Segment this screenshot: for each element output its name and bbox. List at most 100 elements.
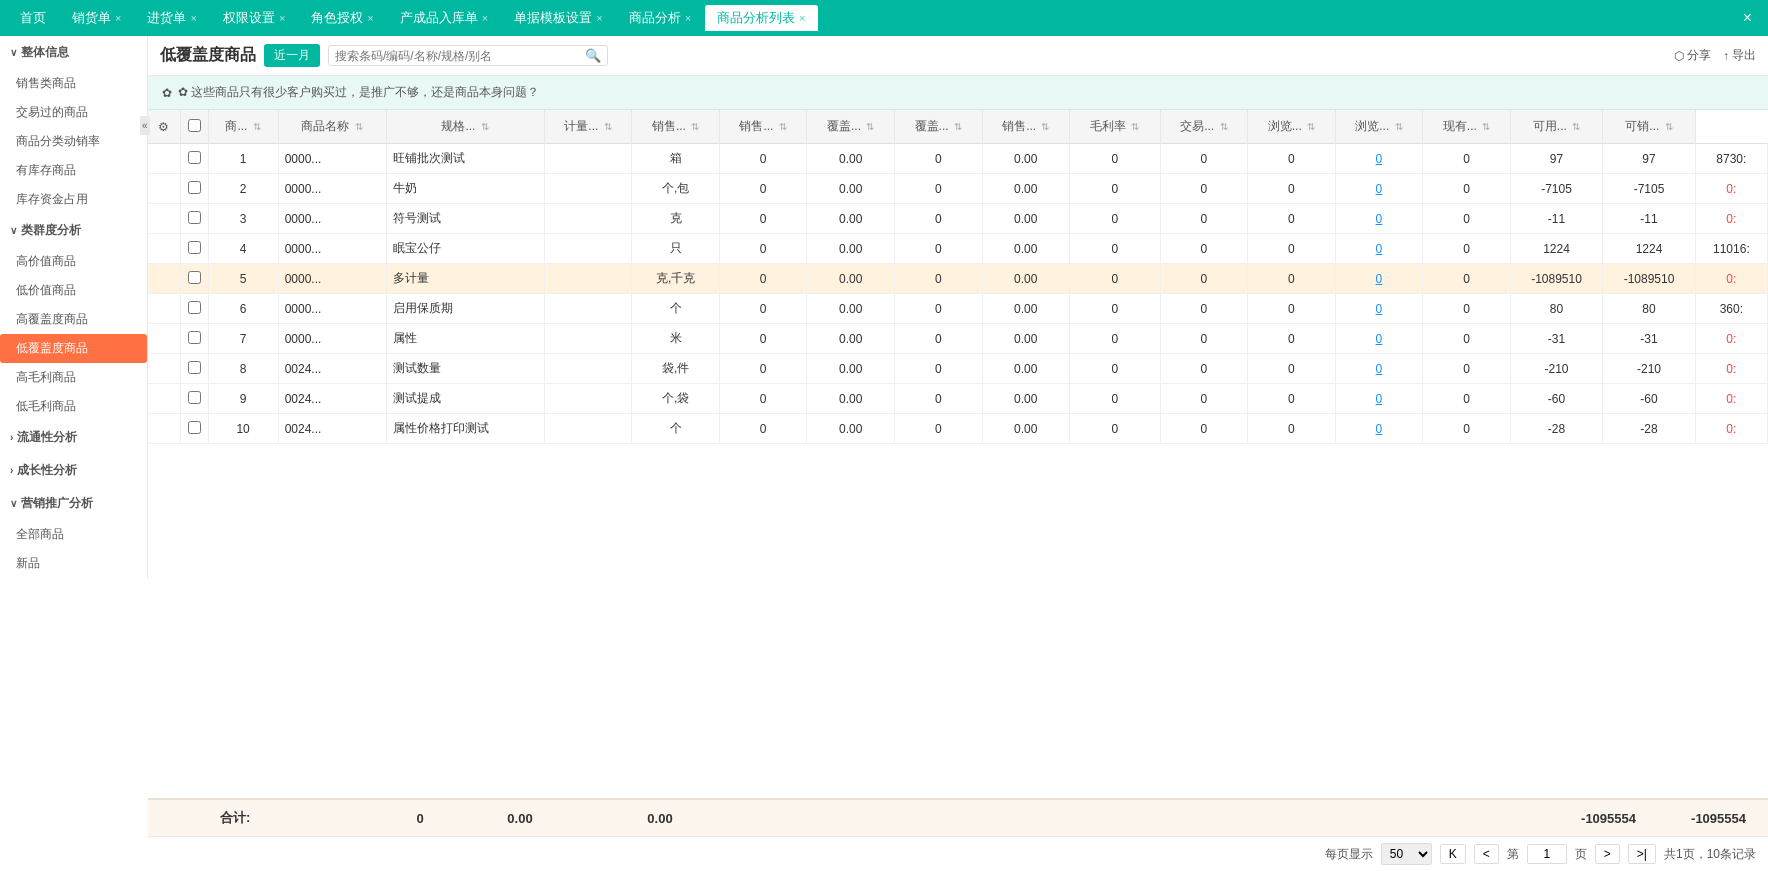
nav-close-product-analysis-list[interactable]: × bbox=[799, 12, 805, 24]
cell-checkbox[interactable] bbox=[180, 144, 208, 174]
row-checkbox[interactable] bbox=[188, 391, 201, 404]
cell-saleable: 360: bbox=[1695, 294, 1767, 324]
cell-browse1[interactable]: 0 bbox=[1335, 324, 1423, 354]
sidebar-item-sales-goods[interactable]: 销售类商品 bbox=[0, 69, 147, 98]
cell-browse1[interactable]: 0 bbox=[1335, 384, 1423, 414]
per-page-select[interactable]: 50 100 200 bbox=[1381, 843, 1432, 865]
cell-checkbox[interactable] bbox=[180, 234, 208, 264]
export-button[interactable]: ↑ 导出 bbox=[1723, 47, 1756, 64]
cell-checkbox[interactable] bbox=[180, 414, 208, 444]
cell-spec bbox=[544, 264, 632, 294]
nav-close-product-storage[interactable]: × bbox=[482, 12, 488, 24]
select-all-checkbox[interactable] bbox=[188, 119, 201, 132]
sidebar-section-marketing[interactable]: ∨ 营销推广分析 bbox=[0, 487, 147, 520]
nav-item-product-analysis[interactable]: 商品分析 × bbox=[617, 5, 703, 31]
browse-link[interactable]: 0 bbox=[1376, 392, 1383, 406]
sidebar-item-high-coverage[interactable]: 高覆盖度商品 bbox=[0, 305, 147, 334]
next-page-button[interactable]: > bbox=[1595, 844, 1620, 864]
sidebar-section-overall[interactable]: ∨ 整体信息 bbox=[0, 36, 147, 69]
sidebar-item-new-goods[interactable]: 新品 bbox=[0, 549, 147, 578]
nav-close-product-analysis[interactable]: × bbox=[685, 12, 691, 24]
browse-link[interactable]: 0 bbox=[1376, 182, 1383, 196]
nav-close-role[interactable]: × bbox=[367, 12, 373, 24]
prev-page-button[interactable]: < bbox=[1474, 844, 1499, 864]
cell-current-stock: -28 bbox=[1510, 414, 1602, 444]
cell-browse1[interactable]: 0 bbox=[1335, 294, 1423, 324]
sidebar-item-high-value[interactable]: 高价值商品 bbox=[0, 247, 147, 276]
last-page-button[interactable]: >| bbox=[1628, 844, 1656, 864]
close-all-tabs[interactable]: × bbox=[1735, 5, 1760, 31]
cell-checkbox[interactable] bbox=[180, 324, 208, 354]
current-page-input[interactable] bbox=[1527, 844, 1567, 864]
page-title: 低覆盖度商品 bbox=[160, 45, 256, 66]
sidebar-item-stock-capital[interactable]: 库存资金占用 bbox=[0, 185, 147, 214]
cell-coverage1: 0 bbox=[894, 144, 982, 174]
sidebar-item-low-coverage[interactable]: 低覆盖度商品 bbox=[0, 334, 147, 363]
sidebar-item-category-sales-rate[interactable]: 商品分类动销率 bbox=[0, 127, 147, 156]
cell-browse1[interactable]: 0 bbox=[1335, 174, 1423, 204]
sidebar-section-flow[interactable]: › 流通性分析 bbox=[0, 421, 147, 454]
cell-browse1[interactable]: 0 bbox=[1335, 264, 1423, 294]
sidebar-item-all-goods[interactable]: 全部商品 bbox=[0, 520, 147, 549]
browse-link[interactable]: 0 bbox=[1376, 362, 1383, 376]
cell-name: 测试数量 bbox=[386, 354, 544, 384]
browse-link[interactable]: 0 bbox=[1376, 332, 1383, 346]
cell-browse1[interactable]: 0 bbox=[1335, 234, 1423, 264]
sidebar-section-growth[interactable]: › 成长性分析 bbox=[0, 454, 147, 487]
cell-settings bbox=[148, 354, 180, 384]
nav-item-purchase[interactable]: 进货单 × bbox=[135, 5, 208, 31]
row-checkbox[interactable] bbox=[188, 361, 201, 374]
cell-transaction: 0 bbox=[1248, 234, 1336, 264]
nav-item-template[interactable]: 单据模板设置 × bbox=[502, 5, 614, 31]
browse-link[interactable]: 0 bbox=[1376, 212, 1383, 226]
cell-browse1[interactable]: 0 bbox=[1335, 204, 1423, 234]
cell-checkbox[interactable] bbox=[180, 354, 208, 384]
search-icon[interactable]: 🔍 bbox=[585, 48, 601, 63]
nav-item-product-storage[interactable]: 产成品入库单 × bbox=[388, 5, 500, 31]
sidebar-collapse-button[interactable]: « bbox=[140, 116, 150, 135]
sidebar-item-low-value[interactable]: 低价值商品 bbox=[0, 276, 147, 305]
row-checkbox[interactable] bbox=[188, 211, 201, 224]
nav-close-sales[interactable]: × bbox=[115, 12, 121, 24]
col-settings[interactable]: ⚙ bbox=[148, 110, 180, 144]
sidebar-item-stock-goods[interactable]: 有库存商品 bbox=[0, 156, 147, 185]
sidebar-item-high-margin[interactable]: 高毛利商品 bbox=[0, 363, 147, 392]
share-button[interactable]: ⬡ 分享 bbox=[1674, 47, 1711, 64]
nav-item-permission[interactable]: 权限设置 × bbox=[211, 5, 297, 31]
row-checkbox[interactable] bbox=[188, 301, 201, 314]
nav-item-product-analysis-list[interactable]: 商品分析列表 × bbox=[705, 5, 817, 31]
nav-close-template[interactable]: × bbox=[596, 12, 602, 24]
row-checkbox[interactable] bbox=[188, 421, 201, 434]
row-checkbox[interactable] bbox=[188, 181, 201, 194]
sidebar-item-traded-goods[interactable]: 交易过的商品 bbox=[0, 98, 147, 127]
browse-link[interactable]: 0 bbox=[1376, 272, 1383, 286]
cell-checkbox[interactable] bbox=[180, 204, 208, 234]
nav-item-sales[interactable]: 销货单 × bbox=[60, 5, 133, 31]
cell-browse1[interactable]: 0 bbox=[1335, 144, 1423, 174]
nav-close-purchase[interactable]: × bbox=[190, 12, 196, 24]
browse-link[interactable]: 0 bbox=[1376, 422, 1383, 436]
cell-checkbox[interactable] bbox=[180, 294, 208, 324]
sidebar-section-cluster[interactable]: ∨ 类群度分析 bbox=[0, 214, 147, 247]
cell-browse1[interactable]: 0 bbox=[1335, 414, 1423, 444]
nav-close-permission[interactable]: × bbox=[279, 12, 285, 24]
col-checkbox[interactable] bbox=[180, 110, 208, 144]
row-checkbox[interactable] bbox=[188, 241, 201, 254]
row-checkbox[interactable] bbox=[188, 151, 201, 164]
sidebar-item-low-margin[interactable]: 低毛利商品 bbox=[0, 392, 147, 421]
cell-checkbox[interactable] bbox=[180, 174, 208, 204]
nav-item-role[interactable]: 角色授权 × bbox=[299, 5, 385, 31]
row-checkbox[interactable] bbox=[188, 271, 201, 284]
cell-checkbox[interactable] bbox=[180, 384, 208, 414]
search-input[interactable] bbox=[335, 49, 585, 63]
browse-link[interactable]: 0 bbox=[1376, 242, 1383, 256]
browse-link[interactable]: 0 bbox=[1376, 152, 1383, 166]
cell-checkbox[interactable] bbox=[180, 264, 208, 294]
cell-current-stock: -31 bbox=[1510, 324, 1602, 354]
browse-link[interactable]: 0 bbox=[1376, 302, 1383, 316]
time-filter-button[interactable]: 近一月 bbox=[264, 44, 320, 67]
cell-browse1[interactable]: 0 bbox=[1335, 354, 1423, 384]
nav-item-home[interactable]: 首页 bbox=[8, 5, 58, 31]
first-page-button[interactable]: K bbox=[1440, 844, 1466, 864]
row-checkbox[interactable] bbox=[188, 331, 201, 344]
